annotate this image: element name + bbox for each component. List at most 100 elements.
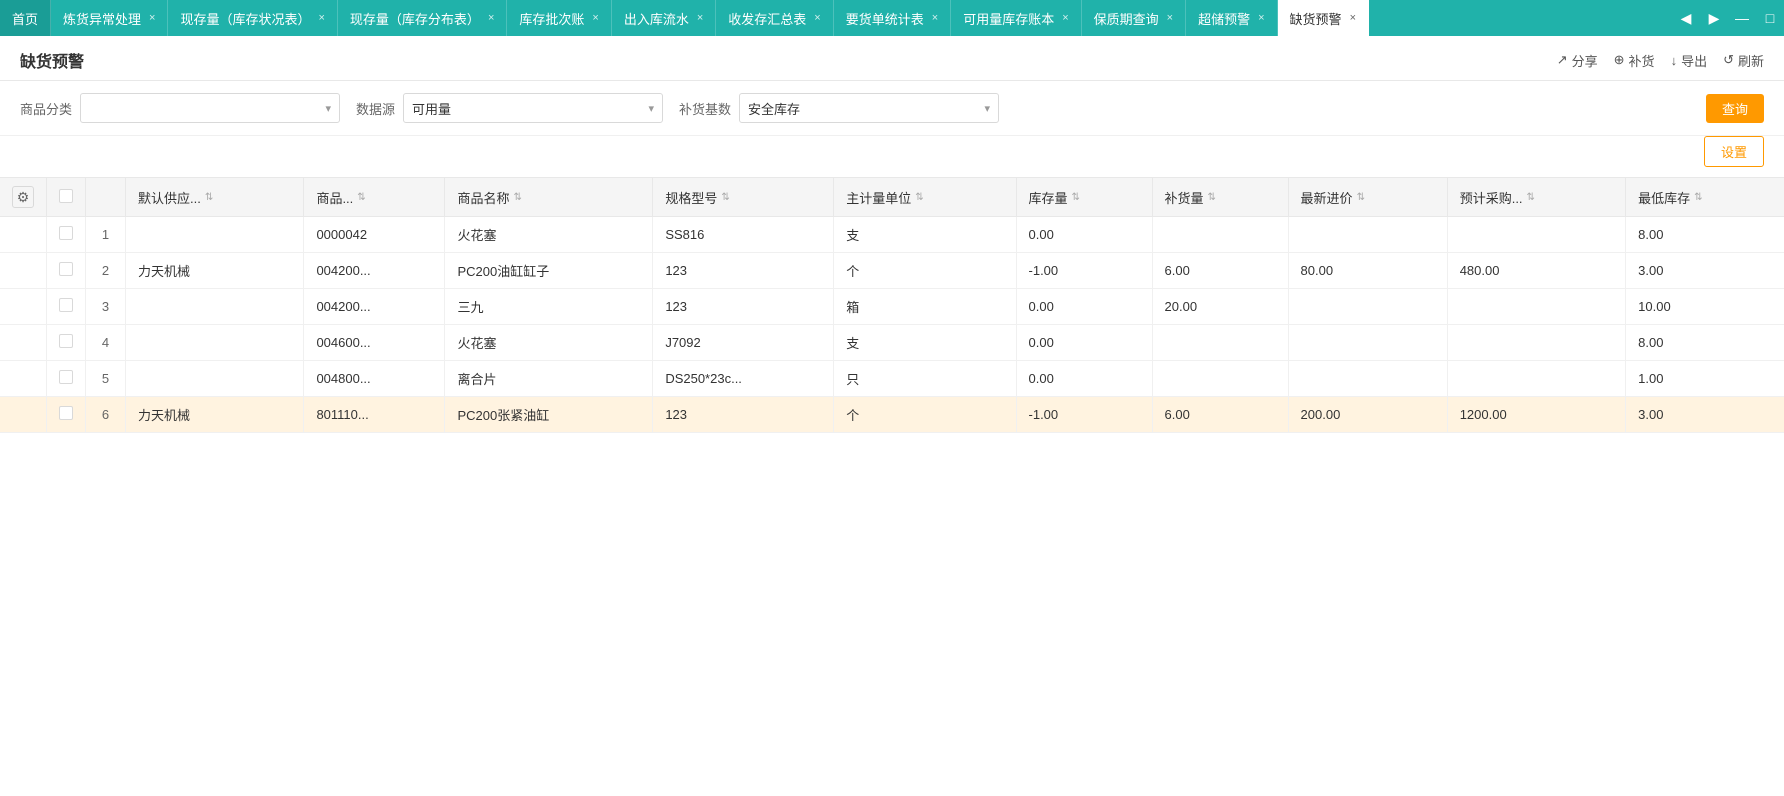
category-arrow-icon: ▾ <box>325 102 331 115</box>
tab-batch[interactable]: 库存批次账 × <box>507 0 611 36</box>
tab-abnormal[interactable]: 炼货异常处理 × <box>51 0 168 36</box>
column-settings-icon[interactable]: ⚙ <box>12 186 34 208</box>
row-checkbox[interactable] <box>59 298 73 312</box>
datasource-select[interactable]: 可用量 ▾ <box>403 93 663 123</box>
row-stock: 0.00 <box>1016 217 1152 253</box>
row-unit: 箱 <box>834 289 1016 325</box>
row-index: 5 <box>86 361 126 397</box>
table-row[interactable]: 4 004600... 火花塞 J7092 支 0.00 8.00 <box>0 325 1784 361</box>
sort-icon-estimated: ⇅ <box>1527 192 1535 203</box>
row-supplier <box>126 217 304 253</box>
th-latest-price[interactable]: 最新进价 ⇅ <box>1288 178 1447 217</box>
th-default-supplier[interactable]: 默认供应... ⇅ <box>126 178 304 217</box>
replenish-action[interactable]: ⊕ 补货 <box>1614 51 1655 70</box>
row-index: 3 <box>86 289 126 325</box>
row-checkbox[interactable] <box>59 370 73 384</box>
share-icon: ↗ <box>1557 52 1568 68</box>
row-checkbox[interactable] <box>59 262 73 276</box>
refresh-icon: ↺ <box>1723 52 1734 68</box>
tab-next-btn[interactable]: ▶ <box>1700 10 1728 27</box>
th-spec[interactable]: 规格型号 ⇅ <box>653 178 834 217</box>
replenish-base-select[interactable]: 安全库存 ▾ <box>739 93 999 123</box>
tab-receive-summary[interactable]: 收发存汇总表 × <box>716 0 833 36</box>
row-product-name: 三九 <box>445 289 653 325</box>
data-table: ⚙ 默认供应... ⇅ 商品... <box>0 177 1784 433</box>
tab-inout-flow[interactable]: 出入库流水 × <box>612 0 716 36</box>
row-estimated-purchase: 1200.00 <box>1447 397 1625 433</box>
table-row[interactable]: 6 力天机械 801110... PC200张紧油缸 123 个 -1.00 6… <box>0 397 1784 433</box>
row-spec: 123 <box>653 289 834 325</box>
row-product-code: 004600... <box>304 325 445 361</box>
category-select[interactable]: ▾ <box>80 93 340 123</box>
row-unit: 支 <box>834 217 1016 253</box>
tab-close-shortage[interactable]: × <box>1350 12 1356 24</box>
row-min-stock: 1.00 <box>1626 361 1784 397</box>
row-checkbox[interactable] <box>59 334 73 348</box>
row-checkbox-cell <box>47 325 86 361</box>
row-checkbox[interactable] <box>59 226 73 240</box>
sort-icon-supplier: ⇅ <box>205 192 213 203</box>
sort-icon-price: ⇅ <box>1357 192 1365 203</box>
share-action[interactable]: ↗ 分享 <box>1557 51 1598 70</box>
share-label: 分享 <box>1572 51 1598 70</box>
tab-overstock[interactable]: 超储预警 × <box>1186 0 1277 36</box>
th-checkbox <box>47 178 86 217</box>
row-product-name: 火花塞 <box>445 217 653 253</box>
row-checkbox-cell <box>47 397 86 433</box>
page-header: 缺货预警 ↗ 分享 ⊕ 补货 ↓ 导出 ↺ 刷新 <box>0 36 1784 81</box>
row-spec: 123 <box>653 397 834 433</box>
tab-maximize-btn[interactable]: □ <box>1756 10 1784 26</box>
row-estimated-purchase <box>1447 325 1625 361</box>
th-product-code[interactable]: 商品... ⇅ <box>304 178 445 217</box>
row-product-code: 004200... <box>304 253 445 289</box>
th-estimated-purchase[interactable]: 预计采购... ⇅ <box>1447 178 1625 217</box>
row-product-name: 火花塞 <box>445 325 653 361</box>
table-row[interactable]: 2 力天机械 004200... PC200油缸缸子 123 个 -1.00 6… <box>0 253 1784 289</box>
tab-close-overstock[interactable]: × <box>1258 12 1264 24</box>
tab-close-stock-status[interactable]: × <box>318 12 324 24</box>
settings-button[interactable]: 设置 <box>1704 136 1764 167</box>
tab-prev-btn[interactable]: ◀ <box>1672 10 1700 27</box>
tab-stock-status[interactable]: 现存量（库存状况表） × <box>168 0 337 36</box>
row-product-code: 0000042 <box>304 217 445 253</box>
row-checkbox-cell <box>47 361 86 397</box>
tab-close-stock-dist[interactable]: × <box>488 12 494 24</box>
row-checkbox[interactable] <box>59 406 73 420</box>
tab-order-stats[interactable]: 要货单统计表 × <box>834 0 951 36</box>
tab-close-receive-summary[interactable]: × <box>814 12 820 24</box>
row-supplier <box>126 289 304 325</box>
row-replenish-qty: 6.00 <box>1152 253 1288 289</box>
table-header-row: ⚙ 默认供应... ⇅ 商品... <box>0 178 1784 217</box>
row-index: 6 <box>86 397 126 433</box>
tab-stock-dist[interactable]: 现存量（库存分布表） × <box>338 0 507 36</box>
th-replenish-qty[interactable]: 补货量 ⇅ <box>1152 178 1288 217</box>
tab-close-available-ledger[interactable]: × <box>1062 12 1068 24</box>
tab-available-ledger[interactable]: 可用量库存账本 × <box>951 0 1081 36</box>
row-latest-price <box>1288 325 1447 361</box>
th-stock[interactable]: 库存量 ⇅ <box>1016 178 1152 217</box>
tab-close-order-stats[interactable]: × <box>932 12 938 24</box>
tab-close-batch[interactable]: × <box>592 12 598 24</box>
header-checkbox[interactable] <box>59 189 73 203</box>
tab-minimize-btn[interactable]: — <box>1728 10 1756 26</box>
row-product-name: PC200张紧油缸 <box>445 397 653 433</box>
table-row[interactable]: 5 004800... 离合片 DS250*23c... 只 0.00 1.00 <box>0 361 1784 397</box>
tab-close-inout-flow[interactable]: × <box>697 12 703 24</box>
tab-home[interactable]: 首页 <box>0 0 51 36</box>
tab-shortage[interactable]: 缺货预警 × <box>1278 0 1369 36</box>
table-row[interactable]: 1 0000042 火花塞 SS816 支 0.00 8.00 <box>0 217 1784 253</box>
row-product-name: PC200油缸缸子 <box>445 253 653 289</box>
tab-close-expiry-query[interactable]: × <box>1167 12 1173 24</box>
export-action[interactable]: ↓ 导出 <box>1671 51 1708 70</box>
table-row[interactable]: 3 004200... 三九 123 箱 0.00 20.00 10.00 <box>0 289 1784 325</box>
refresh-action[interactable]: ↺ 刷新 <box>1723 51 1764 70</box>
th-min-stock[interactable]: 最低库存 ⇅ <box>1626 178 1784 217</box>
page-content: 缺货预警 ↗ 分享 ⊕ 补货 ↓ 导出 ↺ 刷新 商品分类 <box>0 36 1784 796</box>
tab-close-abnormal[interactable]: × <box>149 12 155 24</box>
datasource-value: 可用量 <box>412 99 451 118</box>
th-product-name[interactable]: 商品名称 ⇅ <box>445 178 653 217</box>
query-button[interactable]: 查询 <box>1706 94 1764 123</box>
th-unit[interactable]: 主计量单位 ⇅ <box>834 178 1016 217</box>
tab-expiry-query[interactable]: 保质期查询 × <box>1082 0 1186 36</box>
settings-row: 设置 <box>0 136 1784 177</box>
